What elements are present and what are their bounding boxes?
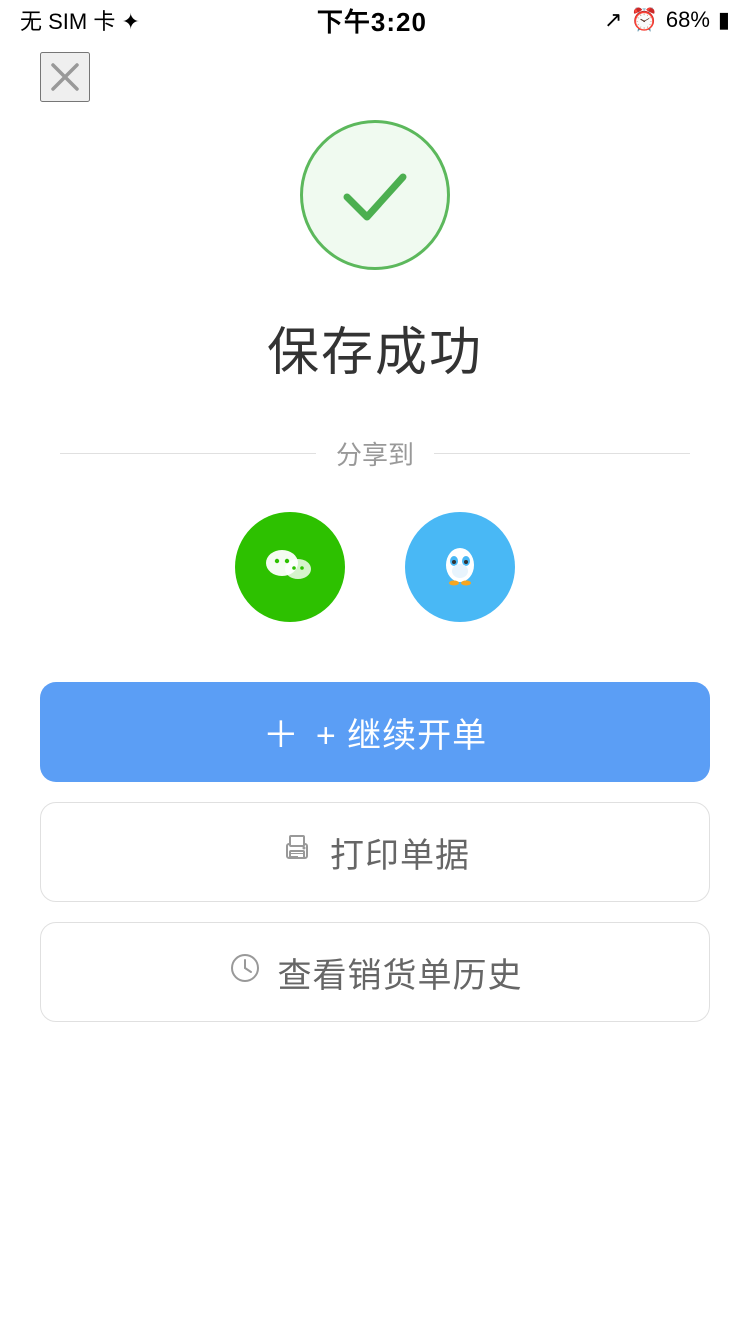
battery-level: 68% xyxy=(666,7,710,33)
share-divider: 分享到 xyxy=(0,435,750,472)
clock-icon xyxy=(228,951,262,994)
alarm-icon: ⏰ xyxy=(630,7,657,33)
history-label: 查看销货单历史 xyxy=(278,948,523,997)
wechat-share-button[interactable] xyxy=(235,512,345,622)
status-right: ↗ ⏰ 68% ▮ xyxy=(604,7,730,33)
share-icons xyxy=(235,512,515,622)
printer-icon xyxy=(280,831,314,874)
continue-button[interactable]: ＋ + 继续开单 xyxy=(40,682,710,782)
print-button[interactable]: 打印单据 xyxy=(40,802,710,902)
divider-line-left xyxy=(60,453,316,454)
status-left: 无 SIM 卡 ✦ xyxy=(20,4,140,36)
main-content: 保存成功 分享到 xyxy=(0,40,750,1022)
close-button[interactable] xyxy=(40,52,90,102)
success-title: 保存成功 xyxy=(267,310,483,385)
divider-line-right xyxy=(434,453,690,454)
sim-status: 无 SIM 卡 ✦ xyxy=(20,4,140,36)
continue-label: + 继续开单 xyxy=(316,708,487,757)
battery-icon: ▮ xyxy=(718,7,730,33)
share-label: 分享到 xyxy=(316,435,434,472)
status-time: 下午3:20 xyxy=(317,2,427,39)
qq-share-button[interactable] xyxy=(405,512,515,622)
location-icon: ↗ xyxy=(604,7,622,33)
plus-icon: ＋ xyxy=(263,706,300,758)
history-button[interactable]: 查看销货单历史 xyxy=(40,922,710,1022)
action-buttons: ＋ + 继续开单 打印单据 xyxy=(0,682,750,1022)
status-bar: 无 SIM 卡 ✦ 下午3:20 ↗ ⏰ 68% ▮ xyxy=(0,0,750,40)
success-circle xyxy=(300,120,450,270)
print-label: 打印单据 xyxy=(330,828,470,877)
